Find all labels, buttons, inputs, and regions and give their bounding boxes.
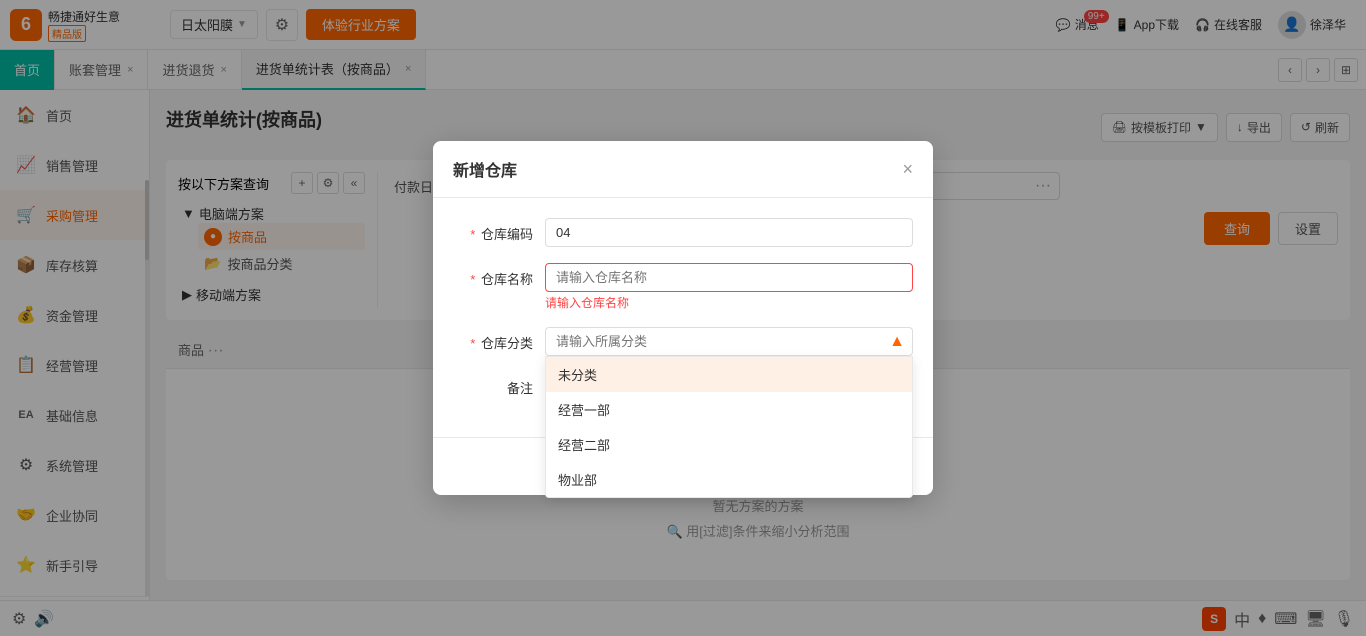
form-row-category: * 仓库分类 ▲ 未分类 经营一部: [453, 327, 913, 356]
code-field-control: [545, 218, 913, 247]
code-field-input[interactable]: [545, 218, 913, 247]
form-row-code: * 仓库编码: [453, 218, 913, 247]
name-field-input[interactable]: [545, 263, 913, 292]
dropdown-item-2[interactable]: 经营二部: [546, 427, 912, 462]
note-field-label: 备注: [453, 372, 533, 397]
form-row-name: * 仓库名称 请输入仓库名称: [453, 263, 913, 311]
modal-overlay: 新增仓库 × * 仓库编码 * 仓库名称: [0, 0, 1366, 636]
category-dropdown-list: 未分类 经营一部 经营二部 物业部: [545, 356, 913, 498]
code-field-label: * 仓库编码: [453, 218, 533, 243]
new-warehouse-modal: 新增仓库 × * 仓库编码 * 仓库名称: [433, 141, 933, 495]
modal-close-button[interactable]: ×: [902, 159, 913, 180]
modal-body: * 仓库编码 * 仓库名称 请输入仓库名称: [433, 198, 933, 437]
category-field-input[interactable]: [545, 327, 913, 356]
dropdown-item-0[interactable]: 未分类: [546, 357, 912, 392]
modal-title: 新增仓库: [453, 157, 517, 181]
category-toggle-btn[interactable]: ▲: [889, 333, 905, 351]
name-error-msg: 请输入仓库名称: [545, 294, 913, 311]
name-field-label: * 仓库名称: [453, 263, 533, 288]
name-field-control: 请输入仓库名称: [545, 263, 913, 311]
category-input-wrap: ▲: [545, 327, 913, 356]
category-field-label: * 仓库分类: [453, 327, 533, 352]
dropdown-item-1[interactable]: 经营一部: [546, 392, 912, 427]
dropdown-item-3[interactable]: 物业部: [546, 462, 912, 497]
category-field-control: ▲ 未分类 经营一部 经营二部 物业部: [545, 327, 913, 356]
modal-header: 新增仓库 ×: [433, 141, 933, 198]
